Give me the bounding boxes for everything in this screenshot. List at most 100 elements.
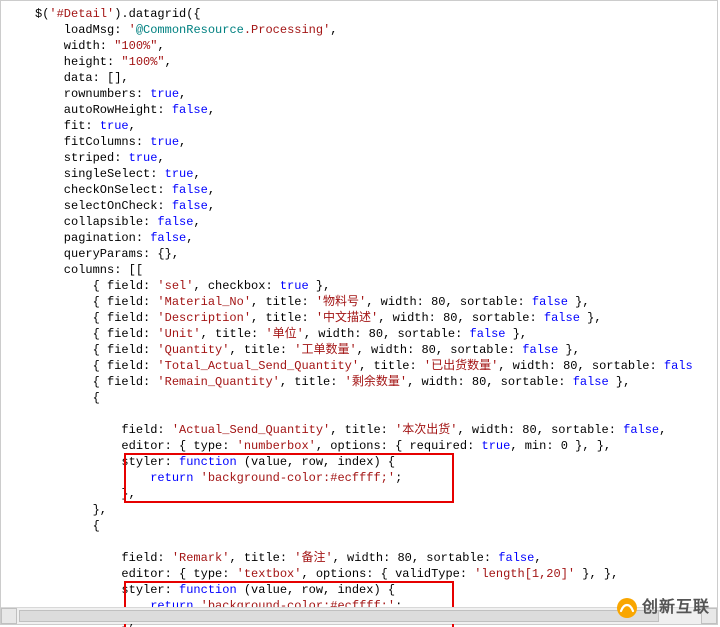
code-token: height: xyxy=(35,55,121,69)
code-token: singleSelect: xyxy=(35,167,165,181)
code-token: collapsible: xyxy=(35,215,157,229)
code-token: editor: { type: xyxy=(35,439,237,453)
code-token: { field: xyxy=(35,359,157,373)
code-token: 'Quantity' xyxy=(157,343,229,357)
code-token: , title: xyxy=(280,375,345,389)
code-token: }, xyxy=(309,279,331,293)
highlight-box-1 xyxy=(124,453,454,503)
code-token: , xyxy=(157,151,164,165)
code-token: true xyxy=(129,151,158,165)
horizontal-scrollbar[interactable] xyxy=(1,607,717,624)
code-token: 'Remark' xyxy=(172,551,230,565)
code-token: field: xyxy=(35,551,172,565)
code-token: loadMsg: xyxy=(35,23,129,37)
code-token: '备注' xyxy=(294,551,332,565)
code-token: true xyxy=(150,87,179,101)
code-token: false xyxy=(150,231,186,245)
code-token: , xyxy=(208,103,215,117)
code-line: checkOnSelect: false, xyxy=(35,182,693,198)
code-token: }, xyxy=(558,343,580,357)
code-token: selectOnCheck: xyxy=(35,199,172,213)
code-token: , title: xyxy=(201,327,266,341)
code-token: , xyxy=(208,183,215,197)
code-token: data: [], xyxy=(35,71,129,85)
code-token: , width: 80, sortable: xyxy=(333,551,499,565)
code-line: { field: 'Total_Actual_Send_Quantity', t… xyxy=(35,358,693,374)
code-token: fals xyxy=(664,359,693,373)
code-line xyxy=(35,406,693,422)
scroll-left-button[interactable] xyxy=(1,608,17,624)
watermark: 创新互联 xyxy=(616,597,710,619)
code-token: , xyxy=(659,423,666,437)
code-token: 'length[1,20]' xyxy=(474,567,575,581)
code-token: 'textbox' xyxy=(237,567,302,581)
code-line: autoRowHeight: false, xyxy=(35,102,693,118)
scroll-thumb[interactable] xyxy=(19,610,659,622)
code-token: queryParams: {}, xyxy=(35,247,179,261)
code-token: }, xyxy=(506,327,528,341)
code-token: }, xyxy=(609,375,631,389)
code-token: false xyxy=(172,103,208,117)
code-token: '中文描述' xyxy=(316,311,378,325)
code-token: }, xyxy=(580,311,602,325)
code-line: { field: 'sel', checkbox: true }, xyxy=(35,278,693,294)
code-token: , options: { validType: xyxy=(301,567,474,581)
code-line: rownumbers: true, xyxy=(35,86,693,102)
code-token: { field: xyxy=(35,343,157,357)
code-token: , xyxy=(330,23,337,37)
code-token: false xyxy=(157,215,193,229)
code-token: "100%" xyxy=(121,55,164,69)
code-line: { field: 'Material_No', title: '物料号', wi… xyxy=(35,294,693,310)
code-token: '单位' xyxy=(265,327,303,341)
code-line: queryParams: {}, xyxy=(35,246,693,262)
code-token: , xyxy=(129,119,136,133)
code-token: , width: 80, sortable: xyxy=(357,343,523,357)
watermark-text: 创新互联 xyxy=(642,599,710,616)
code-token: fitColumns: xyxy=(35,135,150,149)
code-token: '工单数量' xyxy=(294,343,356,357)
code-token: field: xyxy=(35,423,172,437)
code-token: , xyxy=(179,87,186,101)
code-line: }, xyxy=(35,502,693,518)
code-token: { field: xyxy=(35,279,157,293)
code-token: false xyxy=(498,551,534,565)
code-token: true xyxy=(482,439,511,453)
code-token: { xyxy=(35,391,100,405)
code-token: $( xyxy=(35,7,49,21)
code-token: , xyxy=(186,231,193,245)
code-token: '已出货数量' xyxy=(424,359,498,373)
code-token: , width: 80, sortable: xyxy=(304,327,470,341)
code-line: { field: 'Remain_Quantity', title: '剩余数量… xyxy=(35,374,693,390)
code-token: true xyxy=(100,119,129,133)
code-token: striped: xyxy=(35,151,129,165)
code-token: true xyxy=(165,167,194,181)
code-token: false xyxy=(172,199,208,213)
code-token: 'numberbox' xyxy=(237,439,316,453)
code-token: width: xyxy=(35,39,114,53)
code-token: true xyxy=(150,135,179,149)
watermark-icon xyxy=(616,597,638,619)
code-line: height: "100%", xyxy=(35,54,693,70)
code-token: .Processing xyxy=(244,23,323,37)
code-token: "100%" xyxy=(114,39,157,53)
code-token: pagination: xyxy=(35,231,150,245)
code-token: }, }, xyxy=(575,567,618,581)
code-token: , min: 0 }, }, xyxy=(510,439,611,453)
code-token: 'Actual_Send_Quantity' xyxy=(172,423,330,437)
code-token: 'Description' xyxy=(157,311,251,325)
code-line: striped: true, xyxy=(35,150,693,166)
code-token: , checkbox: xyxy=(193,279,279,293)
code-line: { field: 'Unit', title: '单位', width: 80,… xyxy=(35,326,693,342)
code-line: field: 'Actual_Send_Quantity', title: '本… xyxy=(35,422,693,438)
code-line: fit: true, xyxy=(35,118,693,134)
code-line: collapsible: false, xyxy=(35,214,693,230)
code-token: , title: xyxy=(359,359,424,373)
code-token: , xyxy=(534,551,541,565)
code-line: data: [], xyxy=(35,70,693,86)
code-token: false xyxy=(470,327,506,341)
code-frame: $('#Detail').datagrid({ loadMsg: '@Commo… xyxy=(0,0,718,625)
code-line: editor: { type: 'numberbox', options: { … xyxy=(35,438,693,454)
code-token: '剩余数量' xyxy=(345,375,407,389)
code-token: }, xyxy=(35,487,136,501)
code-token: ).datagrid({ xyxy=(114,7,200,21)
